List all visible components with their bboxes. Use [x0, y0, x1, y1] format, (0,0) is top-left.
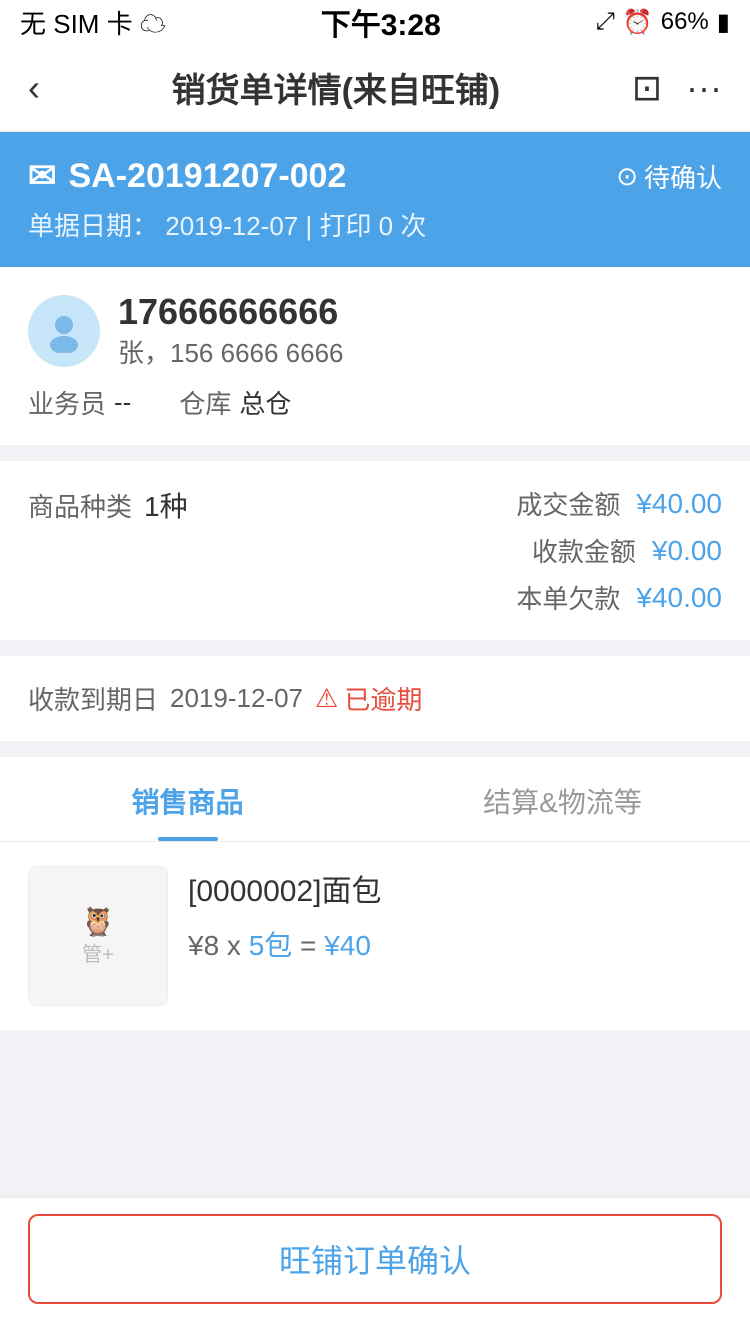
- tab-sales-goods[interactable]: 销售商品: [0, 757, 375, 841]
- customer-top: 17666666666 张，156 6666 6666: [28, 291, 722, 370]
- warehouse-label: 仓库: [179, 384, 231, 421]
- order-status: ⊙ 待确认: [616, 158, 722, 195]
- order-header: ✉ SA-20191207-002 ⊙ 待确认 单据日期： 2019-12-07…: [0, 132, 750, 267]
- received-label: 收款金额: [532, 532, 636, 569]
- tab-settlement[interactable]: 结算&物流等: [375, 757, 750, 841]
- warehouse-item: 仓库 总仓: [179, 384, 291, 421]
- goods-type-label: 商品种类: [28, 487, 132, 524]
- transaction-value: ¥40.00: [636, 488, 722, 520]
- customer-name: 张，156 6666 6666: [118, 333, 344, 370]
- order-date-row: 单据日期： 2019-12-07 | 打印 0 次: [28, 206, 722, 243]
- status-time: 下午3:28: [321, 0, 441, 44]
- status-label: 待确认: [644, 158, 722, 195]
- overdue-badge: ⚠ 已逾期: [315, 680, 422, 717]
- location-icon: ⤢: [596, 8, 615, 36]
- goods-type-section: 商品种类 1种: [28, 485, 516, 525]
- product-total: ¥40: [324, 930, 371, 961]
- product-brand-label: 管+: [81, 938, 116, 967]
- warehouse-value: 总仓: [239, 384, 291, 421]
- no-sim-label: 无 SIM 卡 ☁: [20, 4, 166, 41]
- received-row: 收款金额 ¥0.00: [532, 532, 722, 569]
- confirm-order-label: 旺铺订单确认: [279, 1236, 471, 1282]
- order-id-value: SA-20191207-002: [69, 157, 347, 196]
- due-date-value: 2019-12-07: [170, 683, 303, 714]
- salesperson-item: 业务员 --: [28, 384, 131, 421]
- status-clock-icon: ⊙: [616, 161, 638, 192]
- salesperson-value: --: [114, 387, 131, 418]
- customer-meta: 业务员 -- 仓库 总仓: [28, 384, 722, 421]
- tabs-bar: 销售商品 结算&物流等: [0, 757, 750, 842]
- equals-label: =: [292, 930, 324, 961]
- bottom-bar: 旺铺订单确认: [0, 1197, 750, 1334]
- more-button[interactable]: ···: [686, 67, 722, 109]
- owed-label: 本单欠款: [516, 579, 620, 616]
- product-price-row: ¥8 x 5包 = ¥40: [188, 924, 722, 964]
- product-name: [0000002]面包: [188, 866, 722, 910]
- order-date-value: 2019-12-07: [165, 211, 298, 241]
- share-button[interactable]: ⊡: [632, 67, 662, 109]
- overdue-text: 已逾期: [344, 680, 422, 717]
- date-label: 单据日期：: [28, 211, 158, 241]
- product-qty: 5包: [249, 930, 293, 961]
- battery-icon: ▮: [717, 8, 730, 37]
- amounts-section: 成交金额 ¥40.00 收款金额 ¥0.00 本单欠款 ¥40.00: [516, 485, 722, 616]
- customer-phone: 17666666666: [118, 291, 344, 333]
- avatar: [28, 295, 100, 367]
- owed-row: 本单欠款 ¥40.00: [516, 579, 722, 616]
- print-label: | 打印 0 次: [305, 211, 426, 241]
- alarm-icon: ⏰: [623, 8, 653, 37]
- product-card: 🦉 管+ [0000002]面包 ¥8 x 5包 = ¥40: [0, 842, 750, 1030]
- confirm-order-button[interactable]: 旺铺订单确认: [28, 1214, 722, 1304]
- order-id: ✉ SA-20191207-002: [28, 156, 346, 196]
- product-info: [0000002]面包 ¥8 x 5包 = ¥40: [188, 866, 722, 964]
- status-right: ⤢ ⏰ 66% ▮: [596, 8, 730, 37]
- due-date-card: 收款到期日 2019-12-07 ⚠ 已逾期: [0, 656, 750, 741]
- order-id-icon: ✉: [28, 156, 57, 196]
- customer-info: 17666666666 张，156 6666 6666: [118, 291, 344, 370]
- warning-icon: ⚠: [315, 683, 338, 714]
- received-value: ¥0.00: [652, 535, 722, 567]
- product-brand-text: 🦉 管+: [81, 905, 116, 967]
- due-date-label: 收款到期日: [28, 680, 158, 717]
- customer-card: 17666666666 张，156 6666 6666 业务员 -- 仓库 总仓: [0, 267, 750, 445]
- salesperson-label: 业务员: [28, 384, 106, 421]
- owed-value: ¥40.00: [636, 582, 722, 614]
- summary-card: 商品种类 1种 成交金额 ¥40.00 收款金额 ¥0.00 本单欠款 ¥40.…: [0, 461, 750, 640]
- battery-label: 66%: [661, 8, 709, 36]
- status-left: 无 SIM 卡 ☁: [20, 4, 166, 41]
- nav-bar: ‹ 销货单详情(来自旺铺) ⊡ ···: [0, 44, 750, 132]
- tab-sales-goods-label: 销售商品: [131, 787, 243, 818]
- order-header-top: ✉ SA-20191207-002 ⊙ 待确认: [28, 156, 722, 196]
- goods-type-value: 1种: [144, 485, 188, 525]
- price-label: ¥8 x: [188, 930, 249, 961]
- status-bar: 无 SIM 卡 ☁ 下午3:28 ⤢ ⏰ 66% ▮: [0, 0, 750, 44]
- transaction-row: 成交金额 ¥40.00: [516, 485, 722, 522]
- tab-settlement-label: 结算&物流等: [483, 787, 642, 818]
- page-title: 销货单详情(来自旺铺): [172, 63, 501, 112]
- back-button[interactable]: ‹: [28, 67, 40, 109]
- transaction-label: 成交金额: [516, 485, 620, 522]
- nav-right-actions: ⊡ ···: [632, 67, 722, 109]
- product-thumbnail: 🦉 管+: [28, 866, 168, 1006]
